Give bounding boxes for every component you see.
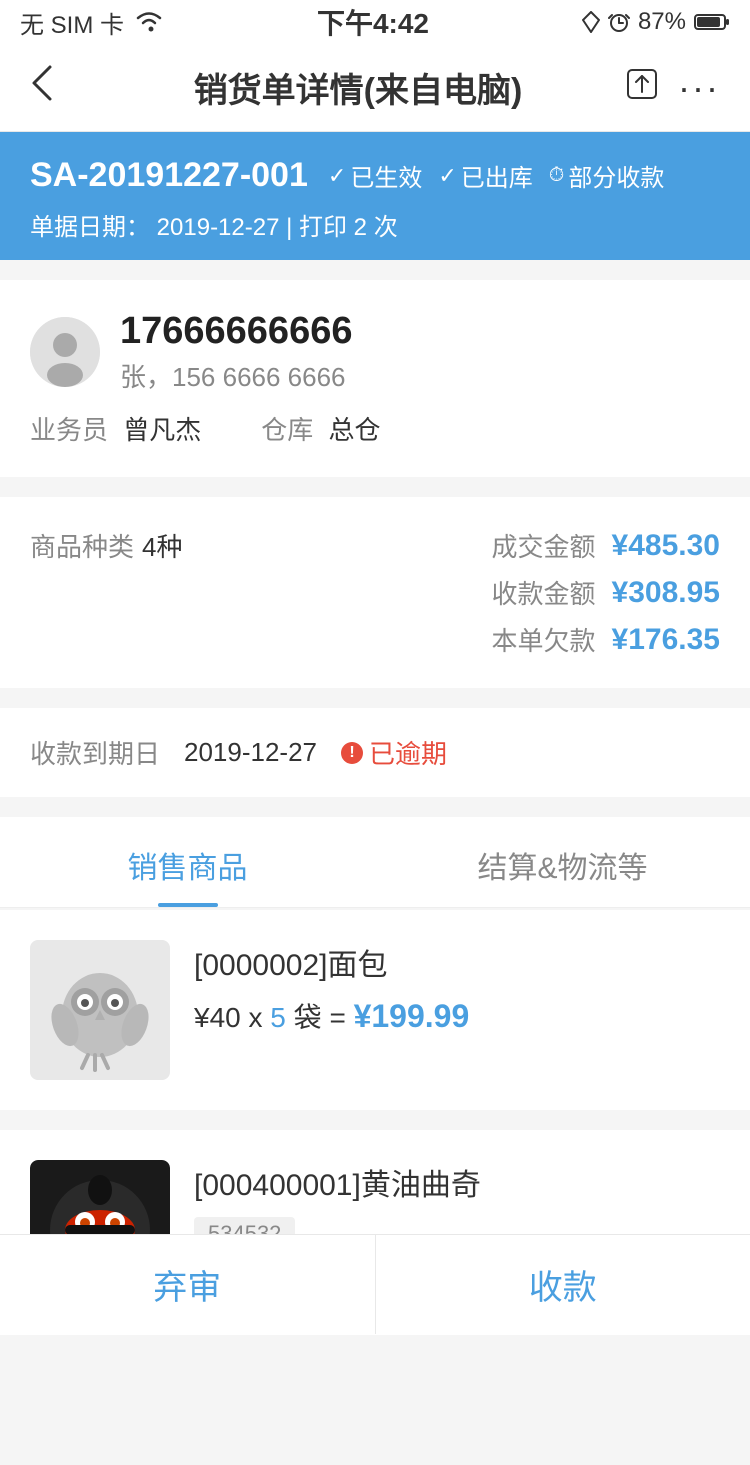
amount-label: 成交金额 bbox=[492, 527, 596, 564]
customer-top: 17666666666 张，156 6666 6666 bbox=[30, 310, 720, 394]
order-date: 2019-12-27 bbox=[157, 214, 280, 241]
avatar bbox=[30, 317, 100, 387]
warehouse-value: 总仓 bbox=[329, 415, 381, 445]
status-right: 87% bbox=[582, 8, 730, 36]
status-shipped: ✓ 已出库 bbox=[438, 158, 532, 193]
products-section: [0000002]面包 ¥40 x 5 袋 = ¥199.99 bbox=[0, 908, 750, 1465]
alarm-icon bbox=[608, 11, 630, 33]
battery-icon bbox=[694, 13, 730, 31]
debt-row: 本单欠款 ¥176.35 bbox=[492, 621, 720, 658]
customer-section: 17666666666 张，156 6666 6666 业务员 曾凡杰 仓库 总… bbox=[0, 280, 750, 477]
product-image-1 bbox=[30, 940, 170, 1080]
product-info-1: [0000002]面包 ¥40 x 5 袋 = ¥199.99 bbox=[194, 940, 720, 1036]
category-value: 4种 bbox=[142, 527, 182, 564]
tabs-row: 销售商品 结算&物流等 bbox=[0, 817, 750, 907]
received-label: 收款金额 bbox=[492, 574, 596, 611]
overdue-badge: ! 已逾期 bbox=[341, 734, 447, 771]
location-icon bbox=[582, 11, 600, 33]
clock-icon: ⏱ bbox=[549, 164, 565, 187]
stats-section: 商品种类 4种 成交金额 ¥485.30 收款金额 ¥308.95 本单欠款 ¥… bbox=[0, 497, 750, 688]
status-time: 下午4:42 bbox=[317, 2, 429, 42]
status-partial: ⏱ 部分收款 bbox=[549, 158, 665, 193]
order-header-banner: SA-20191227-001 ✓ 已生效 ✓ 已出库 ⏱ 部分收款 单据日期：… bbox=[0, 132, 750, 260]
amount-row: 成交金额 ¥485.30 bbox=[492, 527, 720, 564]
confirm-button[interactable]: 收款 bbox=[376, 1235, 750, 1334]
status-bar: 无 SIM 卡 下午4:42 87% bbox=[0, 0, 750, 44]
price-qty-1: 5 bbox=[270, 1002, 286, 1033]
battery-text: 87% bbox=[638, 8, 686, 36]
tab-sales-products[interactable]: 销售商品 bbox=[0, 817, 375, 907]
customer-info: 17666666666 张，156 6666 6666 bbox=[120, 310, 352, 394]
status-badges: ✓ 已生效 ✓ 已出库 ⏱ 部分收款 bbox=[328, 158, 664, 193]
more-button[interactable]: ··· bbox=[678, 67, 720, 109]
wifi-icon bbox=[134, 11, 164, 33]
check-icon-2: ✓ bbox=[438, 163, 456, 189]
warehouse-label: 仓库 bbox=[261, 415, 313, 445]
tab-settlement[interactable]: 结算&物流等 bbox=[375, 817, 750, 907]
sales-person-value: 曾凡杰 bbox=[123, 415, 201, 445]
cancel-button[interactable]: 弃审 bbox=[0, 1235, 376, 1334]
share-button[interactable] bbox=[626, 68, 658, 108]
price-total-1: ¥199.99 bbox=[354, 998, 470, 1034]
amount-value: ¥485.30 bbox=[612, 529, 720, 563]
overdue-icon: ! bbox=[341, 742, 363, 764]
category-label: 商品种类 bbox=[30, 527, 134, 564]
back-button[interactable] bbox=[30, 63, 90, 112]
check-icon-1: ✓ bbox=[328, 163, 346, 189]
order-date-row: 单据日期： 2019-12-27 | 打印 2 次 bbox=[30, 207, 720, 242]
warehouse-row: 仓库 总仓 bbox=[261, 410, 380, 447]
due-date-value: 2019-12-27 bbox=[184, 737, 317, 768]
product-card-1: [0000002]面包 ¥40 x 5 袋 = ¥199.99 bbox=[0, 910, 750, 1110]
sales-person-row: 业务员 曾凡杰 bbox=[30, 410, 201, 447]
tabs-section: 销售商品 结算&物流等 bbox=[0, 817, 750, 908]
product-name-1: [0000002]面包 bbox=[194, 940, 720, 984]
product-price-1: ¥40 x 5 袋 = ¥199.99 bbox=[194, 996, 720, 1036]
product-name-2: [000400001]黄油曲奇 bbox=[194, 1160, 720, 1204]
sales-person-label: 业务员 bbox=[30, 415, 108, 445]
owl-placeholder-icon bbox=[30, 940, 170, 1080]
received-value: ¥308.95 bbox=[612, 576, 720, 610]
customer-meta: 业务员 曾凡杰 仓库 总仓 bbox=[30, 410, 720, 447]
overdue-text: 已逾期 bbox=[369, 734, 447, 771]
status-left: 无 SIM 卡 bbox=[20, 5, 164, 40]
status-effective: ✓ 已生效 bbox=[328, 158, 422, 193]
customer-phone: 17666666666 bbox=[120, 310, 352, 353]
page-title: 销货单详情(来自电脑) bbox=[90, 63, 626, 112]
bottom-bar: 弃审 收款 bbox=[0, 1234, 750, 1334]
customer-name-phone: 张，156 6666 6666 bbox=[120, 357, 352, 394]
category-row: 商品种类 4种 bbox=[30, 527, 375, 564]
nav-bar: 销货单详情(来自电脑) ··· bbox=[0, 44, 750, 132]
nav-actions: ··· bbox=[626, 67, 720, 109]
debt-value: ¥176.35 bbox=[612, 623, 720, 657]
due-label: 收款到期日 bbox=[30, 734, 160, 771]
order-id: SA-20191227-001 bbox=[30, 156, 308, 195]
carrier-text: 无 SIM 卡 bbox=[20, 5, 124, 40]
due-section: 收款到期日 2019-12-27 ! 已逾期 bbox=[0, 708, 750, 797]
stats-right: 成交金额 ¥485.30 收款金额 ¥308.95 本单欠款 ¥176.35 bbox=[375, 527, 720, 658]
price-unit-1: ¥40 bbox=[194, 1002, 241, 1033]
debt-label: 本单欠款 bbox=[492, 621, 596, 658]
received-row: 收款金额 ¥308.95 bbox=[492, 574, 720, 611]
date-label: 单据日期： bbox=[30, 214, 150, 241]
stats-left: 商品种类 4种 bbox=[30, 527, 375, 658]
print-info: | 打印 2 次 bbox=[286, 214, 398, 241]
